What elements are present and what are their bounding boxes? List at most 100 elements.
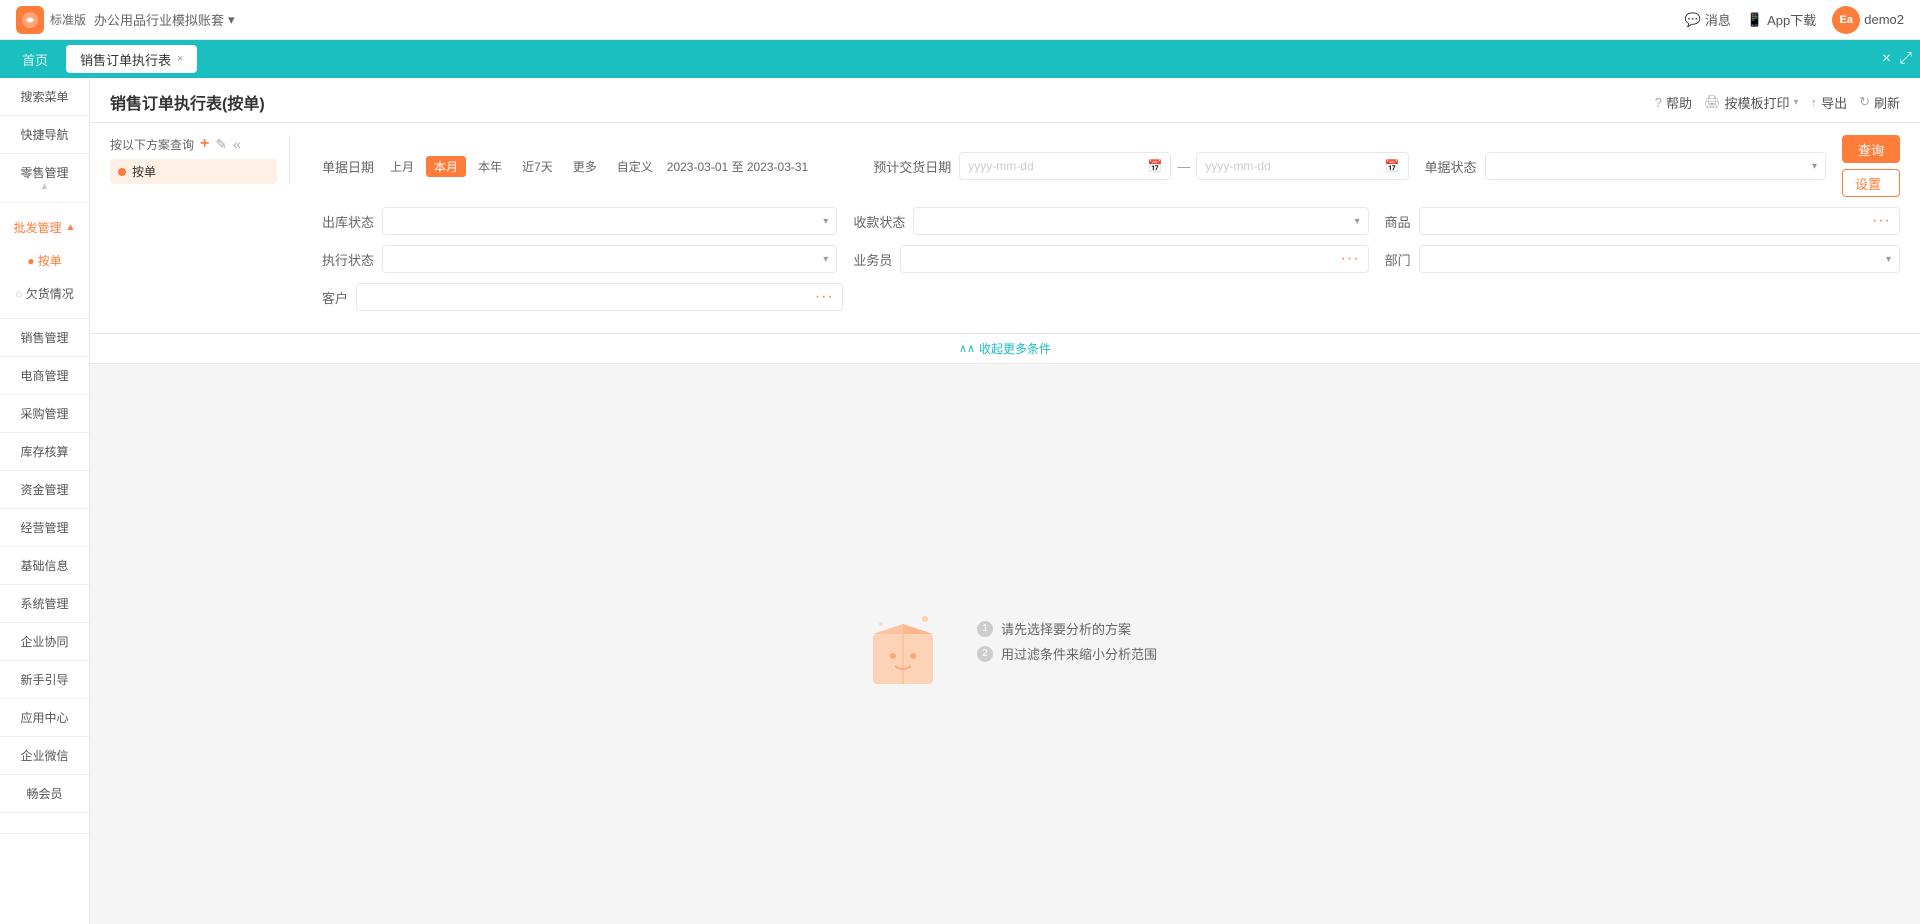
sidebar-item-newbie[interactable]: 应用中心 (0, 699, 89, 737)
doc-status-dropdown[interactable]: ▾ (1485, 152, 1826, 180)
goods-dots-icon: ··· (1872, 212, 1891, 230)
query-btn[interactable]: 查询 (1842, 135, 1900, 163)
sidebar-item-ecommerce[interactable]: 采购管理 (0, 395, 89, 433)
expected-date-from[interactable]: yyyy-mm-dd 📅 (959, 152, 1171, 180)
user-profile[interactable]: Ea demo2 (1832, 6, 1904, 34)
date-tab-last7[interactable]: 近7天 (514, 156, 561, 177)
sidebar-item-ecommerce-label: 采购管理 (0, 405, 89, 422)
calendar-from-icon: 📅 (1147, 159, 1162, 173)
payment-status-dropdown[interactable]: ▾ (913, 207, 1368, 235)
print-btn[interactable]: 🖨 按模板打印 ▾ (1704, 93, 1799, 112)
refresh-btn[interactable]: ↻ 刷新 (1859, 93, 1900, 112)
sidebar-item-marketing-label: 销售管理 (0, 329, 89, 346)
shipping-chevron-icon: ▾ (823, 216, 828, 227)
collapse-up-icon: ∧∧ (959, 342, 975, 355)
tab-home[interactable]: 首页 (8, 45, 62, 73)
scheme-item-press-order[interactable]: 按单 (110, 159, 277, 184)
breadcrumb: 办公用品行业模拟账套 ▾ (94, 10, 235, 29)
expected-date-to[interactable]: yyyy-mm-dd 📅 (1196, 152, 1408, 180)
sidebar-item-search[interactable]: 搜索菜单 (0, 78, 89, 116)
sidebar-item-inventory[interactable]: 资金管理 (0, 471, 89, 509)
sidebar-sub-item-debt[interactable]: ○ 欠货情况 (0, 277, 89, 310)
nav-tabs-right: × ⤢ (1882, 50, 1912, 68)
shipping-status-label: 出库状态 (322, 212, 374, 231)
sidebar-item-enterprise-label: 新手引导 (0, 671, 89, 688)
print-icon: 🖨 (1704, 94, 1721, 110)
message-btn[interactable]: 💬 消息 (1685, 10, 1731, 29)
sidebar-item-sales[interactable]: 电商管理 (0, 357, 89, 395)
filter-schemes: 按以下方案查询 + ✎ « 按单 (110, 135, 290, 184)
nav-tabs: 首页 销售订单执行表 × × ⤢ (0, 40, 1920, 78)
sidebar-sub-item-press-order[interactable]: ● 按单 (0, 244, 89, 277)
salesperson-dropdown[interactable]: ··· (900, 245, 1368, 273)
app-download-btn[interactable]: 📱 App下载 (1747, 10, 1816, 29)
breadcrumb-arrow-icon[interactable]: ▾ (228, 12, 235, 28)
expected-date-label: 预计交货日期 (873, 157, 951, 176)
filter-field-customer: 客户 ··· (322, 283, 843, 311)
sidebar-item-enterprise[interactable]: 新手引导 (0, 661, 89, 699)
filter-field-expected-date: 预计交货日期 yyyy-mm-dd 📅 — yyyy-mm-dd 📅 (873, 152, 1408, 180)
collapse-bar[interactable]: ∧∧ 收起更多条件 (90, 334, 1920, 364)
press-order-icon: ● (27, 254, 34, 268)
customer-dots-icon: ··· (815, 288, 834, 306)
tab-close-window-icon[interactable]: × (1882, 50, 1891, 68)
empty-illustration (853, 594, 953, 694)
export-btn[interactable]: ↑ 导出 (1811, 93, 1848, 112)
sidebar-item-purchase-label: 库存核算 (0, 443, 89, 460)
app-download-label: App下载 (1767, 10, 1816, 29)
filter-actions: 查询 设置 (1842, 135, 1900, 197)
tab-close-icon[interactable]: × (177, 53, 183, 65)
topbar-left: 标准版 办公用品行业模拟账套 ▾ (16, 6, 235, 34)
settings-btn[interactable]: 设置 (1842, 169, 1900, 197)
expected-date-input-group: yyyy-mm-dd 📅 — yyyy-mm-dd 📅 (959, 152, 1408, 180)
sidebar-item-basic[interactable]: 系统管理 (0, 585, 89, 623)
filter-field-salesperson: 业务员 ··· (853, 245, 1368, 273)
customer-dropdown[interactable]: ··· (356, 283, 843, 311)
goods-dropdown[interactable]: ··· (1419, 207, 1900, 235)
scheme-add-btn[interactable]: + (200, 135, 209, 153)
date-label: 单据日期 (322, 157, 374, 176)
sidebar-item-purchase[interactable]: 库存核算 (0, 433, 89, 471)
customer-label: 客户 (322, 288, 348, 307)
scheme-edit-btn[interactable]: ✎ (215, 136, 227, 153)
payment-chevron-icon: ▾ (1355, 216, 1360, 227)
sidebar-item-app-center[interactable]: 企业微信 (0, 737, 89, 775)
sidebar-item-member[interactable] (0, 813, 89, 834)
sidebar-item-wholesale[interactable]: 批发管理 ▲ (0, 211, 89, 244)
empty-tip-2-text: 用过滤条件来缩小分析范围 (1001, 644, 1157, 663)
topbar-right: 💬 消息 📱 App下载 Ea demo2 (1685, 6, 1904, 34)
filter-field-goods: 商品 ··· (1385, 207, 1900, 235)
date-tab-current-month[interactable]: 本月 (426, 156, 466, 177)
help-btn[interactable]: ? 帮助 (1655, 93, 1692, 112)
date-tab-more[interactable]: 更多 (565, 156, 605, 177)
scheme-collapse-btn[interactable]: « (233, 136, 241, 152)
sidebar-item-operations[interactable]: 基础信息 (0, 547, 89, 585)
date-tab-custom[interactable]: 自定义 (609, 156, 661, 177)
sidebar-item-quick-nav-label: 快捷导航 (0, 126, 89, 143)
tab-home-label: 首页 (22, 50, 48, 69)
shipping-status-dropdown[interactable]: ▾ (382, 207, 837, 235)
sidebar-item-quick-nav[interactable]: 快捷导航 (0, 116, 89, 154)
logo-text: 标准版 (50, 11, 86, 28)
dept-dropdown[interactable]: ▾ (1419, 245, 1900, 273)
print-label: 按模板打印 (1725, 93, 1790, 112)
sidebar-item-system[interactable]: 企业协同 (0, 623, 89, 661)
date-tab-last-month[interactable]: 上月 (382, 156, 422, 177)
date-tab-current-year[interactable]: 本年 (470, 156, 510, 177)
empty-num-1: 1 (977, 621, 993, 637)
sidebar-item-marketing[interactable]: 销售管理 (0, 319, 89, 357)
exec-status-label: 执行状态 (322, 250, 374, 269)
breadcrumb-text: 办公用品行业模拟账套 (94, 10, 224, 29)
tab-sales-order[interactable]: 销售订单执行表 × (66, 45, 197, 73)
scheme-item-label: 按单 (132, 163, 156, 180)
empty-num-2: 2 (977, 646, 993, 662)
tab-maximize-icon[interactable]: ⤢ (1899, 50, 1912, 68)
sidebar-item-retail[interactable]: 零售管理 ▲ (0, 154, 89, 203)
sidebar-item-finance[interactable]: 经营管理 (0, 509, 89, 547)
sidebar-item-newbie-label: 应用中心 (0, 709, 89, 726)
print-arrow-icon: ▾ (1794, 97, 1799, 108)
scheme-title-text: 按以下方案查询 (110, 136, 194, 153)
filter-fields: 单据日期 上月 本月 本年 近7天 更多 自定义 20 (322, 135, 1900, 321)
sidebar-item-wechat[interactable]: 畅会员 (0, 775, 89, 813)
exec-status-dropdown[interactable]: ▾ (382, 245, 837, 273)
